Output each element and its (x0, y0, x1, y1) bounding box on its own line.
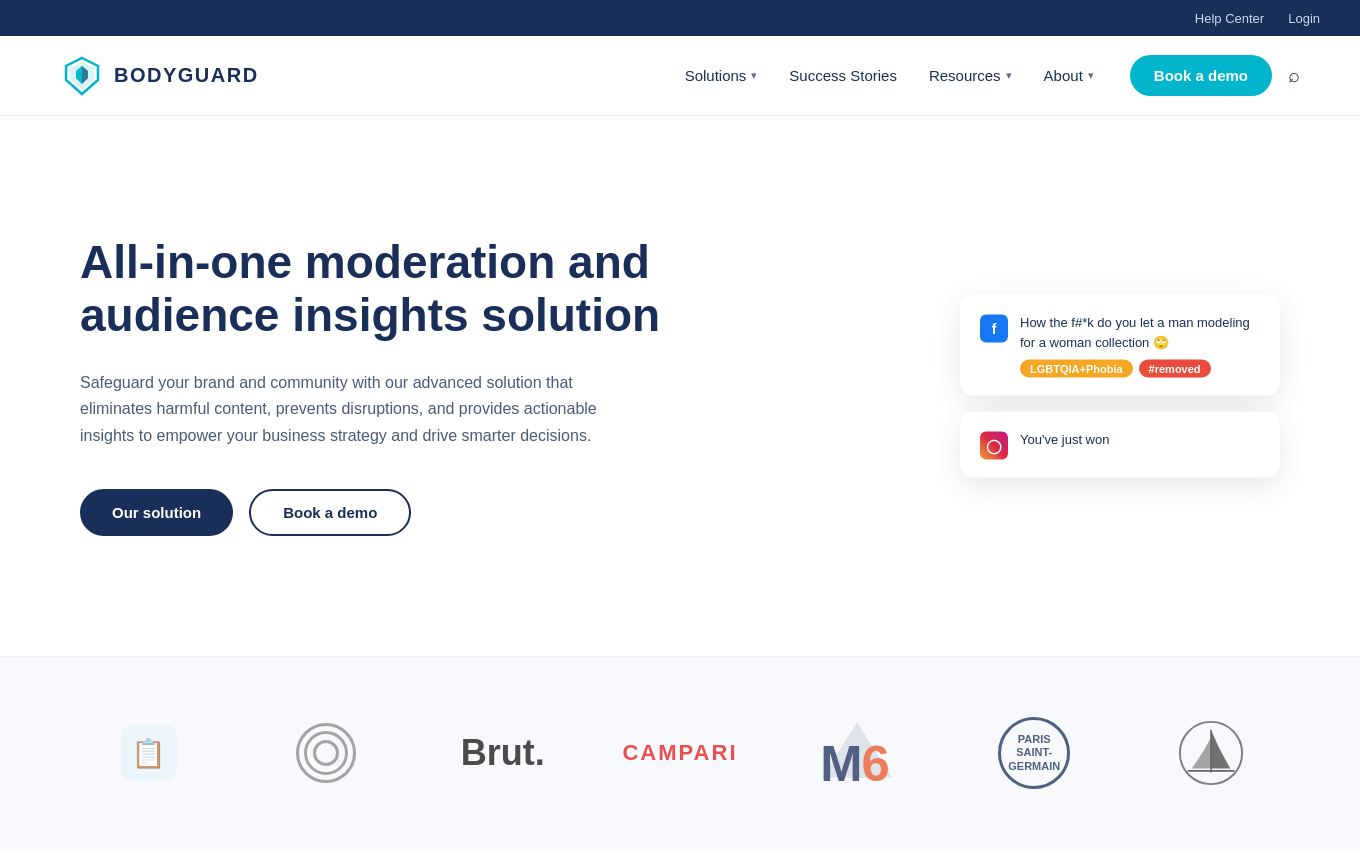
psg-logo: PARISSAINT-GERMAIN (998, 717, 1070, 789)
chevron-down-icon: ▾ (751, 69, 757, 82)
chat-text-instagram: You've just won (1020, 430, 1260, 450)
logo-text: BODYGUARD (114, 64, 259, 87)
brut-logo: Brut. (461, 732, 545, 774)
nav-item-solutions[interactable]: Solutions ▾ (673, 59, 770, 92)
svg-text:M: M (820, 735, 862, 788)
chevron-down-icon: ▾ (1006, 69, 1012, 82)
logo-item-doc: 📋 (80, 725, 217, 781)
hero-section: All-in-one moderation and audience insig… (0, 116, 1360, 656)
logo-icon (60, 54, 104, 98)
logo-item-sail (1143, 718, 1280, 788)
main-nav: BODYGUARD Solutions ▾ Success Stories Re… (0, 36, 1360, 116)
nav-item-book-demo[interactable]: Book a demo (1114, 55, 1272, 96)
sail-icon (1166, 718, 1256, 788)
campari-logo: CAMPARI (622, 740, 737, 766)
hero-title: All-in-one moderation and audience insig… (80, 236, 680, 342)
hero-buttons: Our solution Book a demo (80, 489, 680, 536)
chat-card-instagram: ◯ You've just won (960, 412, 1280, 478)
logo-item-m6: M 6 (789, 718, 926, 788)
top-bar: Help Center Login (0, 0, 1360, 36)
nav-item-about[interactable]: About ▾ (1032, 59, 1106, 92)
nav-item-resources[interactable]: Resources ▾ (917, 59, 1024, 92)
spiral-icon (296, 723, 356, 783)
doc-icon: 📋 (121, 725, 177, 781)
our-solution-button[interactable]: Our solution (80, 489, 233, 536)
chevron-down-icon: ▾ (1088, 69, 1094, 82)
nav-item-success-stories[interactable]: Success Stories (777, 59, 909, 92)
tag-lgbtqia: LGBTQIA+Phobia (1020, 360, 1133, 378)
hero-subtitle: Safeguard your brand and community with … (80, 370, 600, 449)
chat-card-facebook: f How the f#*k do you let a man modeling… (960, 295, 1280, 396)
book-demo-button[interactable]: Book a demo (249, 489, 411, 536)
chat-text-facebook: How the f#*k do you let a man modeling f… (1020, 313, 1260, 352)
search-icon[interactable]: ⌕ (1288, 64, 1300, 87)
logo-item-brut: Brut. (434, 732, 571, 774)
logo[interactable]: BODYGUARD (60, 54, 259, 98)
instagram-icon: ◯ (980, 432, 1008, 460)
svg-text:6: 6 (862, 735, 890, 788)
login-link[interactable]: Login (1288, 11, 1320, 26)
tag-removed: #removed (1139, 360, 1211, 378)
logos-section: 📋 Brut. CAMPARI M 6 PARISSAINT-GERMAIN (0, 656, 1360, 849)
logos-row: 📋 Brut. CAMPARI M 6 PARISSAINT-GERMAIN (80, 717, 1280, 789)
chat-tags-facebook: LGBTQIA+Phobia #removed (1020, 360, 1260, 378)
facebook-icon: f (980, 315, 1008, 343)
nav-links: Solutions ▾ Success Stories Resources ▾ … (673, 55, 1272, 96)
hero-visual: f How the f#*k do you let a man modeling… (960, 295, 1280, 478)
m6-logo: M 6 (807, 718, 907, 788)
hero-content: All-in-one moderation and audience insig… (80, 236, 680, 536)
logo-item-psg: PARISSAINT-GERMAIN (966, 717, 1103, 789)
help-center-link[interactable]: Help Center (1195, 11, 1264, 26)
logo-item-spiral (257, 723, 394, 783)
logo-item-campari: CAMPARI (611, 740, 748, 766)
